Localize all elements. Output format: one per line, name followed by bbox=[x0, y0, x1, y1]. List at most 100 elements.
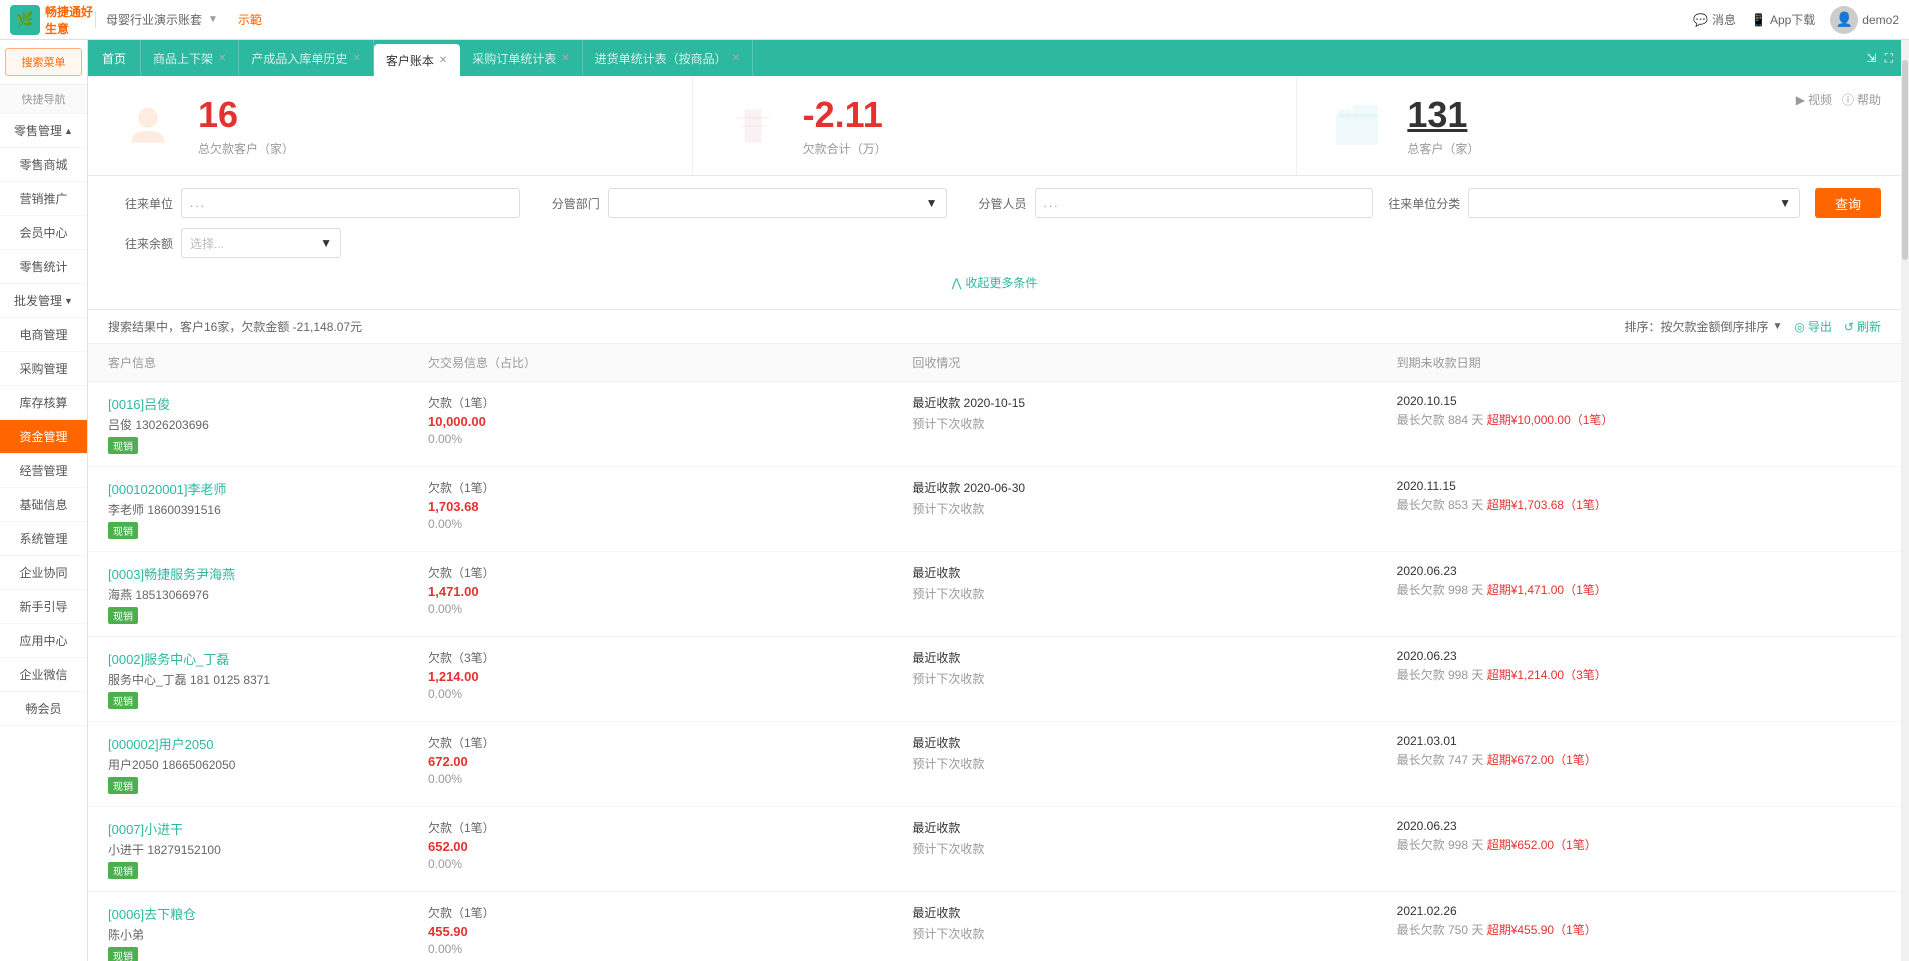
sidebar-item-inventory[interactable]: 库存核算 bbox=[0, 386, 87, 420]
sidebar-item-member-center[interactable]: 会员中心 bbox=[0, 216, 87, 250]
overdue-link-4[interactable]: 超期¥672.00（1笔） bbox=[1487, 753, 1597, 767]
sort-select[interactable]: 排序：按欠款金额倒序排序 ▼ bbox=[1625, 318, 1783, 335]
collapse-icon: ⋀ bbox=[952, 276, 962, 290]
help-btn[interactable]: ⓘ 帮助 bbox=[1842, 91, 1881, 108]
close-icon-2[interactable]: ✕ bbox=[352, 53, 360, 64]
results-actions: 排序：按欠款金额倒序排序 ▼ ◎ 导出 ↺ 刷新 bbox=[1625, 318, 1882, 335]
debt-amount-0[interactable]: 10,000.00 bbox=[428, 414, 912, 429]
sidebar-item-quick-nav: 快捷导航 bbox=[0, 85, 87, 114]
sidebar-item-basic-info[interactable]: 基础信息 bbox=[0, 488, 87, 522]
close-icon-3[interactable]: ✕ bbox=[439, 55, 447, 66]
tab-home[interactable]: 首页 bbox=[88, 40, 141, 76]
overdue-link-2[interactable]: 超期¥1,471.00（1笔） bbox=[1487, 583, 1607, 597]
stat-top-right-actions: ▶ 视频 ⓘ 帮助 bbox=[1796, 91, 1881, 108]
sidebar-item-enterprise-collab[interactable]: 企业协同 bbox=[0, 556, 87, 590]
collapse-row: ⋀ 收起更多条件 bbox=[108, 268, 1881, 297]
debt-amount-6[interactable]: 455.90 bbox=[428, 924, 912, 939]
customer-name-5[interactable]: [0007]小进干 bbox=[108, 819, 428, 838]
debt-amount-2[interactable]: 1,471.00 bbox=[428, 584, 912, 599]
customer-name-6[interactable]: [0006]去下粮仓 bbox=[108, 904, 428, 923]
debt-amount-3[interactable]: 1,214.00 bbox=[428, 669, 912, 684]
export-btn[interactable]: ◎ 导出 bbox=[1794, 318, 1832, 335]
debt-amount-5[interactable]: 652.00 bbox=[428, 839, 912, 854]
debt-percent-6: 0.00% bbox=[428, 942, 912, 956]
homepage-link[interactable]: 示範 bbox=[238, 11, 262, 28]
dept-label: 分管部门 bbox=[535, 195, 600, 212]
dropdown-arrow-icon-2: ▼ bbox=[1779, 196, 1791, 210]
sidebar-item-app-center[interactable]: 应用中心 bbox=[0, 624, 87, 658]
close-icon-4[interactable]: ✕ bbox=[561, 53, 569, 64]
query-button[interactable]: 查询 bbox=[1815, 188, 1881, 218]
video-btn[interactable]: ▶ 视频 bbox=[1796, 91, 1832, 108]
sidebar-item-new-guide[interactable]: 新手引导 bbox=[0, 590, 87, 624]
recovery-date-0: 最近收款 2020-10-15 bbox=[912, 394, 1396, 411]
debt-percent-2: 0.00% bbox=[428, 602, 912, 616]
debt-percent-5: 0.00% bbox=[428, 857, 912, 871]
customer-info-4: [000002]用户2050 用户2050 18665062050 现销 bbox=[108, 734, 428, 794]
tab-purchase-order[interactable]: 采购订单统计表 ✕ bbox=[460, 40, 582, 76]
recovery-date-6: 最近收款 bbox=[912, 904, 1396, 921]
sidebar: 搜索菜单 快捷导航 零售管理 ▲ 零售商城 营销推广 会员中心 零售统计 批 bbox=[0, 40, 88, 961]
overdue-link-1[interactable]: 超期¥1,703.68（1笔） bbox=[1487, 498, 1607, 512]
customer-tag-3: 现销 bbox=[108, 692, 138, 709]
total-customers-value: 131 bbox=[1407, 94, 1479, 136]
overdue-link-0[interactable]: 超期¥10,000.00（1笔） bbox=[1487, 413, 1614, 427]
fullscreen-exit-icon[interactable]: ⇲ bbox=[1867, 51, 1877, 65]
message-btn[interactable]: 💬 消息 bbox=[1693, 11, 1736, 28]
sidebar-item-marketing[interactable]: 营销推广 bbox=[0, 182, 87, 216]
sidebar-item-retail-stats[interactable]: 零售统计 bbox=[0, 250, 87, 284]
filter-row-1: 往来单位 ... 分管部门 ▼ bbox=[108, 188, 1881, 218]
sidebar-item-retail-mgmt[interactable]: 零售管理 ▲ bbox=[0, 114, 87, 148]
dept-select[interactable]: ▼ bbox=[608, 188, 947, 218]
close-icon[interactable]: ✕ bbox=[218, 53, 226, 64]
customer-name-0[interactable]: [0016]吕俊 bbox=[108, 394, 428, 413]
sidebar-item-batch-mgmt[interactable]: 批发管理 ▼ bbox=[0, 284, 87, 318]
overdue-link-5[interactable]: 超期¥652.00（1笔） bbox=[1487, 838, 1597, 852]
scrollbar-thumb[interactable] bbox=[1902, 60, 1908, 260]
total-customers-icon bbox=[1327, 96, 1387, 156]
sidebar-item-enterprise-wechat[interactable]: 企业微信 bbox=[0, 658, 87, 692]
sidebar-item-retail-mall[interactable]: 零售商城 bbox=[0, 148, 87, 182]
stat-card-total-customers: 131 总客户（家） ▶ 视频 ⓘ 帮助 bbox=[1297, 76, 1901, 175]
sidebar-item-purchase-mgmt[interactable]: 采购管理 bbox=[0, 352, 87, 386]
debt-amount-4[interactable]: 672.00 bbox=[428, 754, 912, 769]
balance-select[interactable]: 选择... ▼ bbox=[181, 228, 341, 258]
manager-input[interactable]: ... bbox=[1035, 188, 1374, 218]
tab-inbound-stats[interactable]: 进货单统计表（按商品） ✕ bbox=[583, 40, 753, 76]
from-unit-input[interactable]: ... bbox=[181, 188, 520, 218]
recovery-next-1: 预计下次收款 bbox=[912, 500, 1396, 517]
sidebar-item-business-mgmt[interactable]: 经营管理 bbox=[0, 454, 87, 488]
tab-product-off[interactable]: 商品上下架 ✕ bbox=[141, 40, 239, 76]
filter-area: 往来单位 ... 分管部门 ▼ bbox=[88, 176, 1901, 310]
user-menu[interactable]: 👤 demo2 bbox=[1830, 6, 1899, 34]
table-container: 客户信息 欠交易信息（占比） 回收情况 到期未收款日期 [0016]吕俊 吕俊 … bbox=[88, 344, 1901, 961]
tab-product-history[interactable]: 产成品入库单历史 ✕ bbox=[239, 40, 373, 76]
overdue-info-6: 2021.02.26 最长欠款 750 天 超期¥455.90（1笔） bbox=[1397, 904, 1881, 938]
customer-name-4[interactable]: [000002]用户2050 bbox=[108, 734, 428, 753]
fullscreen-icon[interactable]: ⛶ bbox=[1885, 51, 1893, 66]
collapse-btn[interactable]: ⋀ 收起更多条件 bbox=[952, 274, 1038, 291]
customer-tag-1: 现销 bbox=[108, 522, 138, 539]
recovery-info-0: 最近收款 2020-10-15 预计下次收款 bbox=[912, 394, 1396, 432]
customer-name-1[interactable]: [0001020001]李老师 bbox=[108, 479, 428, 498]
overdue-link-3[interactable]: 超期¥1,214.00（3笔） bbox=[1487, 668, 1607, 682]
sidebar-item-finance[interactable]: 资金管理 bbox=[0, 420, 87, 454]
sidebar-item-system-mgmt[interactable]: 系统管理 bbox=[0, 522, 87, 556]
vertical-scrollbar[interactable] bbox=[1901, 40, 1909, 961]
app-download-btn[interactable]: 📱 App下载 bbox=[1751, 11, 1815, 28]
close-icon-5[interactable]: ✕ bbox=[732, 53, 740, 64]
recovery-next-0: 预计下次收款 bbox=[912, 415, 1396, 432]
customer-name-3[interactable]: [0002]服务中心_丁磊 bbox=[108, 649, 428, 668]
customer-name-2[interactable]: [0003]畅捷服务尹海燕 bbox=[108, 564, 428, 583]
search-menu-btn[interactable]: 搜索菜单 bbox=[5, 48, 82, 76]
sidebar-item-ecommerce[interactable]: 电商管理 bbox=[0, 318, 87, 352]
tab-customer-account[interactable]: 客户账本 ✕ bbox=[374, 44, 460, 76]
debt-amount-1[interactable]: 1,703.68 bbox=[428, 499, 912, 514]
unit-category-select[interactable]: ▼ bbox=[1468, 188, 1800, 218]
filter-row-2: 往来余额 选择... ▼ bbox=[108, 228, 1881, 258]
debt-percent-4: 0.00% bbox=[428, 772, 912, 786]
overdue-link-6[interactable]: 超期¥455.90（1笔） bbox=[1487, 923, 1597, 937]
refresh-btn[interactable]: ↺ 刷新 bbox=[1844, 318, 1881, 335]
sidebar-item-vip-member[interactable]: 畅会员 bbox=[0, 692, 87, 726]
industry-selector[interactable]: 母婴行业演示账套 ▼ bbox=[95, 11, 228, 28]
